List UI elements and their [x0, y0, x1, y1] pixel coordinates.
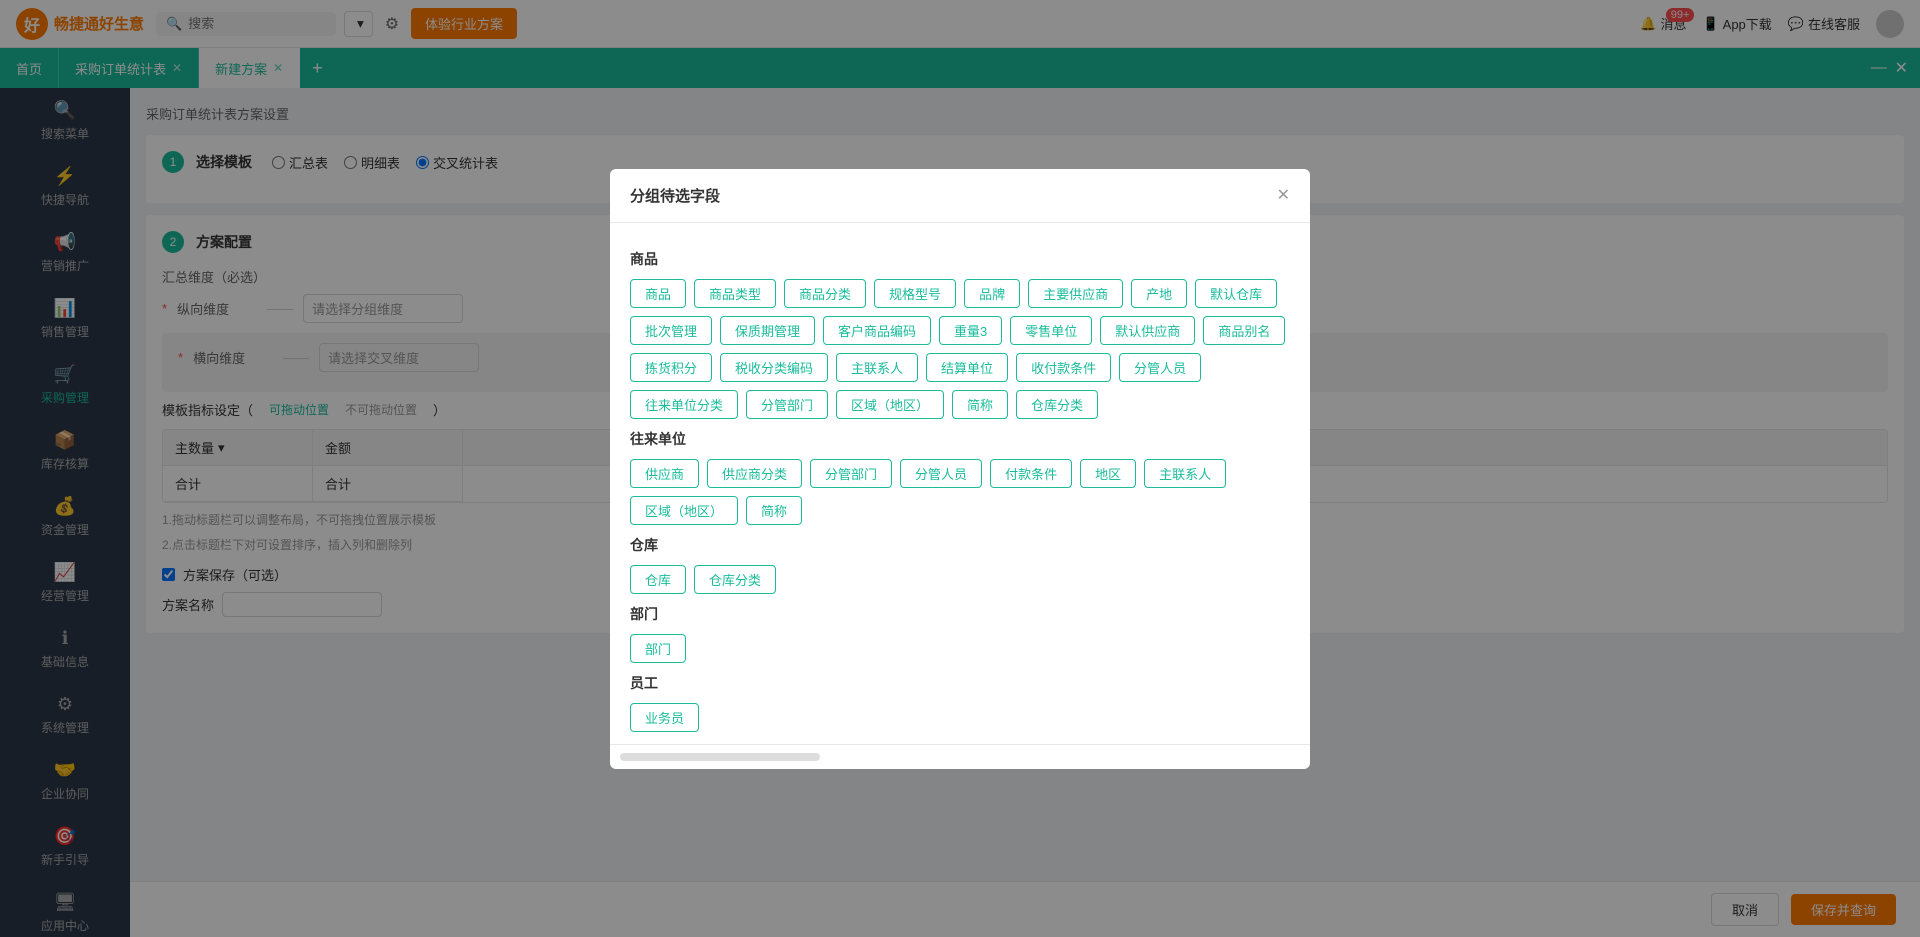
field-tag[interactable]: 分管人员: [1119, 353, 1201, 382]
field-tag[interactable]: 分管部门: [810, 459, 892, 488]
field-tag[interactable]: 付款条件: [990, 459, 1072, 488]
field-tag[interactable]: 商品分类: [784, 279, 866, 308]
field-tag[interactable]: 地区: [1080, 459, 1136, 488]
field-tag[interactable]: 客户商品编码: [823, 316, 931, 345]
field-tag[interactable]: 业务员: [630, 703, 699, 732]
field-tag[interactable]: 保质期管理: [720, 316, 815, 345]
field-tag[interactable]: 供应商: [630, 459, 699, 488]
field-tag[interactable]: 区域（地区）: [836, 390, 944, 419]
field-tag[interactable]: 区域（地区）: [630, 496, 738, 525]
modal-title: 分组待选字段: [630, 185, 720, 206]
field-tag[interactable]: 主要供应商: [1028, 279, 1123, 308]
field-tag[interactable]: 税收分类编码: [720, 353, 828, 382]
section-title-dept: 部门: [630, 604, 1290, 624]
modal-header: 分组待选字段 ✕: [610, 169, 1310, 223]
field-tag[interactable]: 供应商分类: [707, 459, 802, 488]
dept-fields: 部门: [630, 634, 1290, 663]
field-tag[interactable]: 商品类型: [694, 279, 776, 308]
modal-footer: [610, 744, 1310, 768]
field-tag[interactable]: 分管部门: [746, 390, 828, 419]
field-tag[interactable]: 品牌: [964, 279, 1020, 308]
field-tag[interactable]: 重量3: [939, 316, 1002, 345]
field-tag[interactable]: 仓库: [630, 565, 686, 594]
modal-overlay[interactable]: 分组待选字段 ✕ 商品 商品商品类型商品分类规格型号品牌主要供应商产地默认仓库批…: [0, 0, 1920, 937]
field-tag[interactable]: 商品别名: [1203, 316, 1285, 345]
staff-fields: 业务员: [630, 703, 1290, 732]
field-tag[interactable]: 产地: [1131, 279, 1187, 308]
field-tag[interactable]: 批次管理: [630, 316, 712, 345]
field-tag[interactable]: 仓库分类: [1016, 390, 1098, 419]
field-tag[interactable]: 往来单位分类: [630, 390, 738, 419]
field-tag[interactable]: 零售单位: [1010, 316, 1092, 345]
modal-body: 商品 商品商品类型商品分类规格型号品牌主要供应商产地默认仓库批次管理保质期管理客…: [610, 223, 1310, 745]
horizontal-scrollbar[interactable]: [620, 753, 820, 761]
section-title-product: 商品: [630, 249, 1290, 269]
warehouse-fields: 仓库仓库分类: [630, 565, 1290, 594]
field-tag[interactable]: 仓库分类: [694, 565, 776, 594]
field-tag[interactable]: 规格型号: [874, 279, 956, 308]
field-tag[interactable]: 结算单位: [926, 353, 1008, 382]
modal-close-icon[interactable]: ✕: [1277, 185, 1290, 205]
field-tag[interactable]: 主联系人: [836, 353, 918, 382]
partner-fields: 供应商供应商分类分管部门分管人员付款条件地区主联系人区域（地区） 简称: [630, 459, 1290, 525]
field-tag[interactable]: 分管人员: [900, 459, 982, 488]
field-tag[interactable]: 部门: [630, 634, 686, 663]
field-tag[interactable]: 默认仓库: [1195, 279, 1277, 308]
field-tag[interactable]: 收付款条件: [1016, 353, 1111, 382]
field-tag[interactable]: 默认供应商: [1100, 316, 1195, 345]
section-title-warehouse: 仓库: [630, 535, 1290, 555]
field-tag[interactable]: 简称: [746, 496, 802, 525]
section-title-staff: 员工: [630, 673, 1290, 693]
field-tag[interactable]: 简称: [952, 390, 1008, 419]
field-tag[interactable]: 主联系人: [1144, 459, 1226, 488]
field-tag[interactable]: 拣货积分: [630, 353, 712, 382]
product-fields: 商品商品类型商品分类规格型号品牌主要供应商产地默认仓库批次管理保质期管理客户商品…: [630, 279, 1290, 419]
field-tag[interactable]: 商品: [630, 279, 686, 308]
section-title-partner: 往来单位: [630, 429, 1290, 449]
modal-dialog: 分组待选字段 ✕ 商品 商品商品类型商品分类规格型号品牌主要供应商产地默认仓库批…: [610, 169, 1310, 769]
